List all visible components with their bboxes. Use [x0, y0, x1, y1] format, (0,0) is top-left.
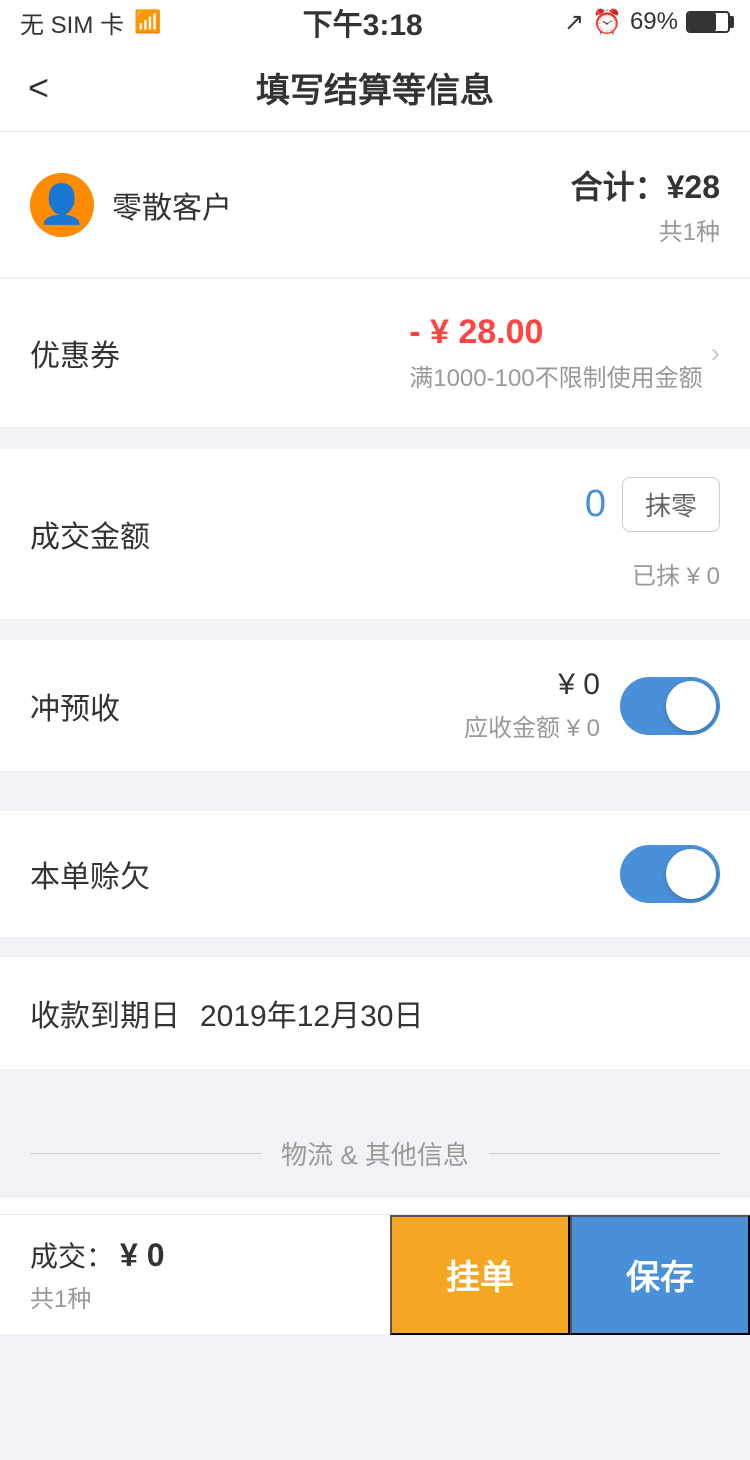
back-button[interactable]: <	[28, 67, 49, 109]
divider-line-left	[30, 1153, 261, 1154]
coupon-chevron-icon: ›	[711, 337, 720, 369]
round-zero-button[interactable]: 抹零	[622, 477, 720, 532]
customer-row: 👤 零散客户 合计：¥28 共1种	[0, 132, 750, 277]
section-divider-1	[0, 429, 750, 449]
status-bar: 无 SIM 卡 📶 下午3:18 ↗ ⏰ 69%	[0, 0, 750, 44]
sim-status: 无 SIM 卡	[20, 5, 124, 40]
coupon-section[interactable]: 优惠券 - ¥ 28.00 满1000-100不限制使用金额 ›	[0, 279, 750, 427]
customer-name: 零散客户	[112, 183, 232, 227]
coupon-amount: - ¥ 28.00	[409, 313, 702, 352]
nav-bar: < 填写结算等信息	[0, 44, 750, 132]
logistics-divider-text: 物流 & 其他信息	[281, 1135, 469, 1172]
customer-right: 合计：¥28 共1种	[571, 162, 720, 247]
status-left: 无 SIM 卡 📶	[20, 5, 161, 40]
pending-button[interactable]: 挂单	[390, 1215, 570, 1335]
total-count: 共1种	[571, 212, 720, 247]
logistics-section: 物流 & 其他信息	[0, 1109, 750, 1198]
prepayment-row: 冲预收 ¥ 0 应收金额 ¥ 0	[0, 640, 750, 771]
bottom-count: 共1种	[30, 1279, 360, 1314]
arrear-row: 本单赊欠	[0, 811, 750, 937]
coupon-right: - ¥ 28.00 满1000-100不限制使用金额 ›	[409, 313, 720, 393]
wifi-icon: 📶	[134, 9, 161, 35]
due-date-label: 收款到期日	[30, 991, 180, 1035]
coupon-description: 满1000-100不限制使用金额	[409, 358, 702, 393]
deal-amount-value[interactable]: 0	[585, 483, 606, 526]
battery-icon	[686, 11, 730, 33]
prepayment-values: ¥ 0 应收金额 ¥ 0	[464, 668, 600, 743]
arrear-toggle-knob	[666, 849, 716, 899]
total-amount: 合计：¥28	[571, 162, 720, 208]
deal-amount-label: 成交金额	[30, 512, 150, 556]
section-divider-2	[0, 791, 750, 811]
alarm-icon: ⏰	[592, 8, 622, 37]
location-icon: ↗	[564, 8, 584, 37]
status-right: ↗ ⏰ 69%	[564, 8, 730, 37]
arrear-toggle[interactable]	[620, 845, 720, 903]
avatar-icon: 👤	[38, 183, 85, 227]
bottom-bar: 成交： ¥ 0 共1种 挂单 保存	[0, 1214, 750, 1334]
status-time: 下午3:18	[303, 0, 423, 44]
toggle-knob	[666, 681, 716, 731]
due-date-value: 2019年12月30日	[200, 991, 423, 1035]
deal-amount-row: 成交金额 0 抹零 已抹 ¥ 0	[0, 449, 750, 620]
prepayment-label: 冲预收	[30, 684, 120, 728]
page-title: 填写结算等信息	[256, 63, 494, 112]
arrear-label: 本单赊欠	[30, 852, 150, 896]
already-erased-text: 已抹 ¥ 0	[632, 556, 720, 591]
coupon-label: 优惠券	[30, 331, 120, 375]
due-date-row: 收款到期日 2019年12月30日	[0, 957, 750, 1069]
bottom-info: 成交： ¥ 0 共1种	[0, 1235, 390, 1314]
save-button[interactable]: 保存	[570, 1215, 750, 1335]
prepayment-sub-value: 应收金额 ¥ 0	[464, 708, 600, 743]
prepayment-main-value: ¥ 0	[464, 668, 600, 702]
avatar: 👤	[30, 173, 94, 237]
customer-left: 👤 零散客户	[30, 173, 232, 237]
bottom-deal-amount: ¥ 0	[120, 1237, 164, 1274]
battery-percent: 69%	[630, 8, 678, 36]
prepayment-toggle[interactable]	[620, 677, 720, 735]
bottom-deal-label: 成交：	[30, 1235, 114, 1275]
section-divider-3	[0, 1089, 750, 1109]
divider-line-right	[489, 1153, 720, 1154]
